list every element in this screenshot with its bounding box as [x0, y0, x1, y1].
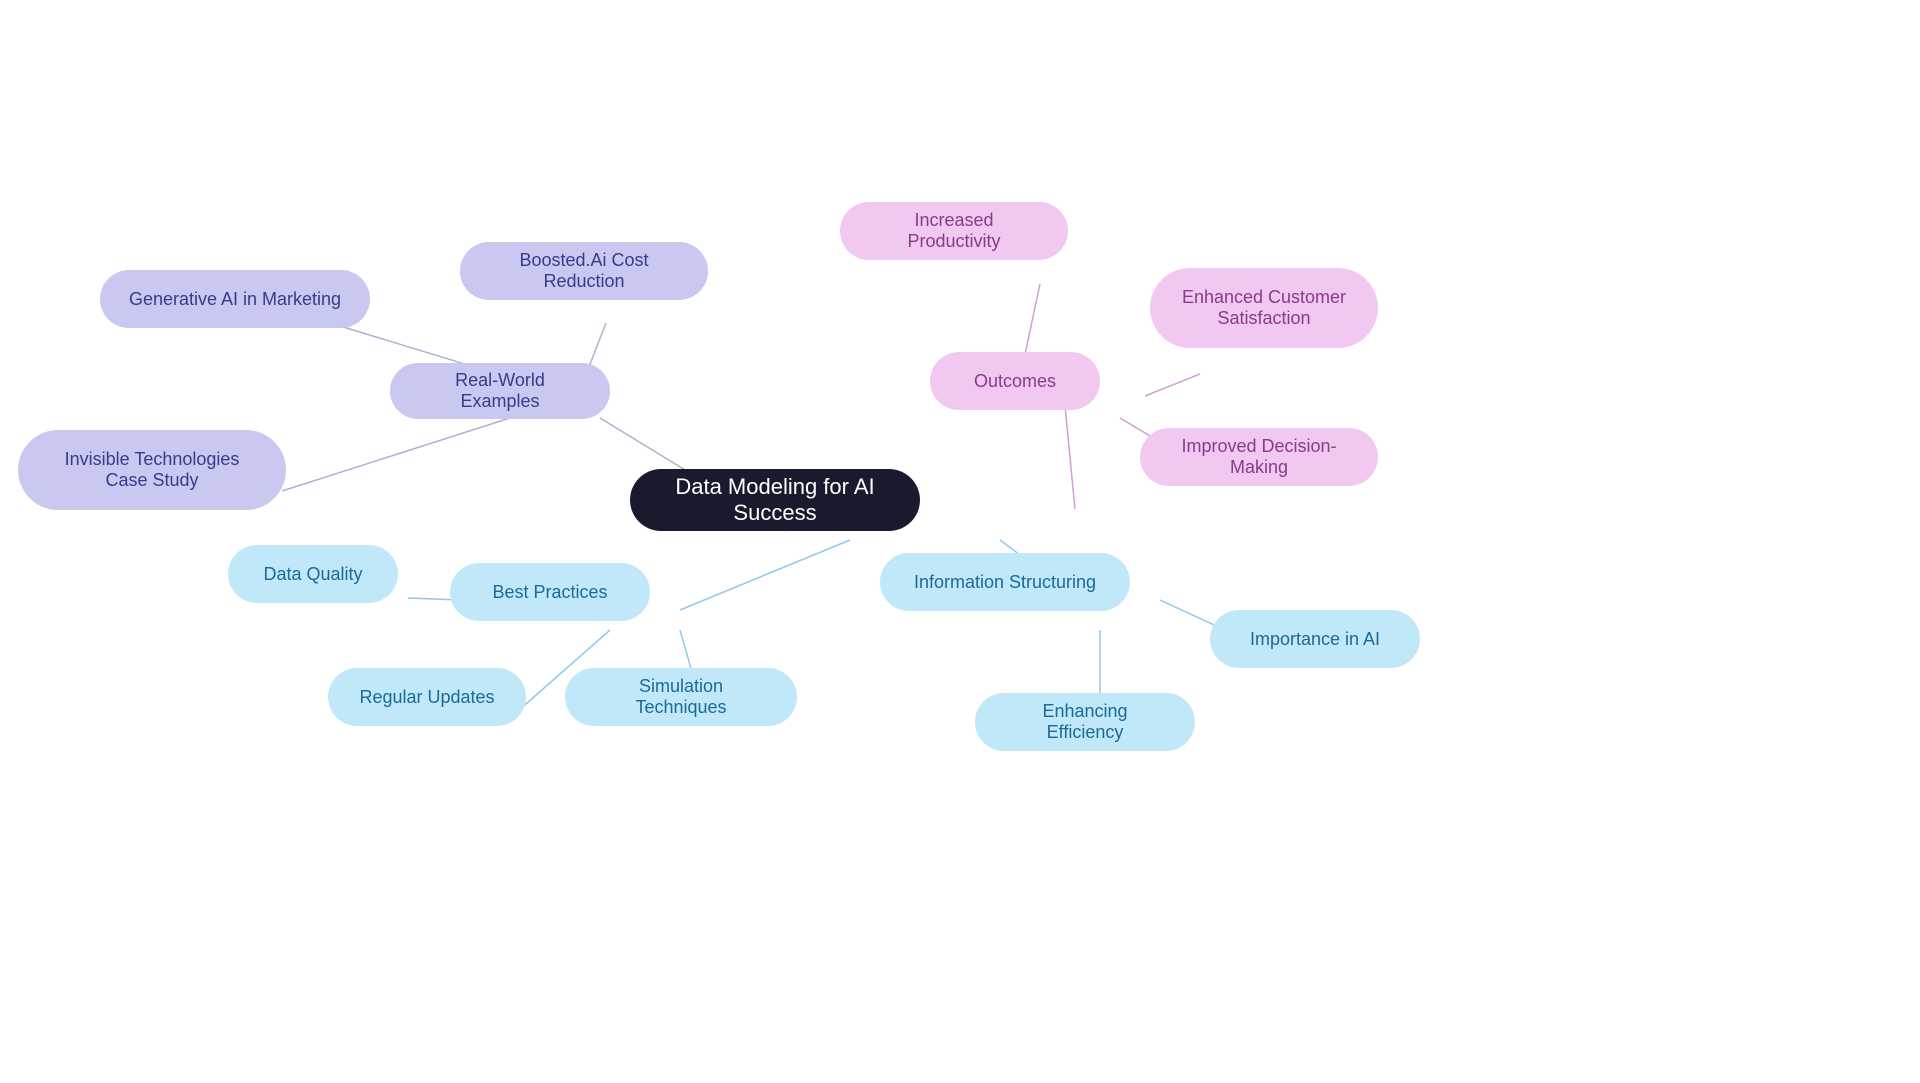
simulation-techniques-node[interactable]: Simulation Techniques — [565, 668, 797, 726]
improved-decision-node[interactable]: Improved Decision-Making — [1140, 428, 1378, 486]
generative-ai-node[interactable]: Generative AI in Marketing — [100, 270, 370, 328]
boosted-ai-node[interactable]: Boosted.Ai Cost Reduction — [460, 242, 708, 300]
data-quality-node[interactable]: Data Quality — [228, 545, 398, 603]
regular-updates-node[interactable]: Regular Updates — [328, 668, 526, 726]
invisible-tech-node[interactable]: Invisible Technologies Case Study — [18, 430, 286, 510]
real-world-examples-node[interactable]: Real-World Examples — [390, 363, 610, 419]
information-structuring-node[interactable]: Information Structuring — [880, 553, 1130, 611]
outcomes-node[interactable]: Outcomes — [930, 352, 1100, 410]
increased-productivity-node[interactable]: Increased Productivity — [840, 202, 1068, 260]
enhancing-efficiency-node[interactable]: Enhancing Efficiency — [975, 693, 1195, 751]
enhanced-customer-node[interactable]: Enhanced Customer Satisfaction — [1150, 268, 1378, 348]
best-practices-node[interactable]: Best Practices — [450, 563, 650, 621]
center-node[interactable]: Data Modeling for AI Success — [630, 469, 920, 531]
importance-in-ai-node[interactable]: Importance in AI — [1210, 610, 1420, 668]
